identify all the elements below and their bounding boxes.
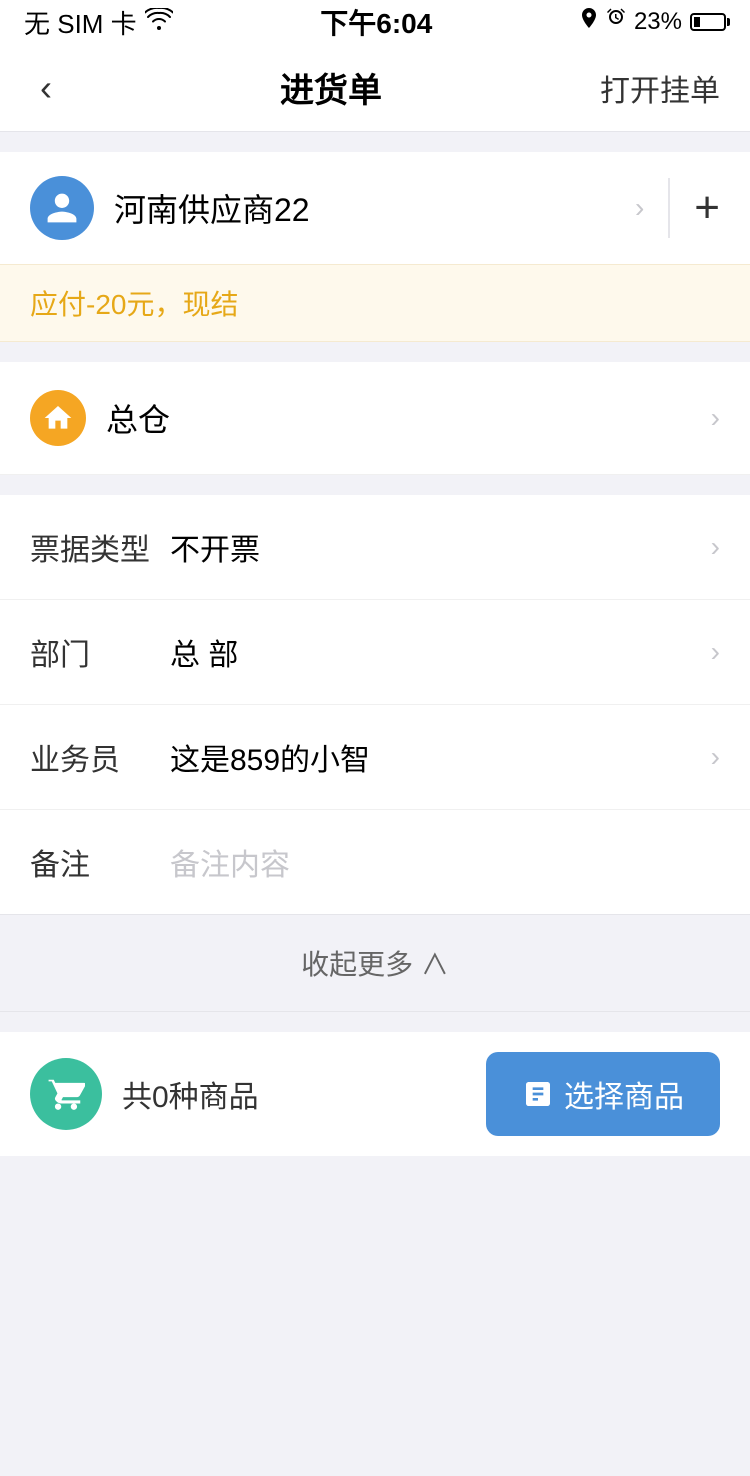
note-label: 备注 (30, 840, 170, 884)
invoice-chevron-icon: › (711, 531, 720, 563)
add-supplier-button[interactable]: + (694, 183, 720, 233)
collapse-row[interactable]: 收起更多 ∧ (0, 914, 750, 1012)
nav-bar: ‹ 进货单 打开挂单 (0, 44, 750, 132)
notice-bar: 应付-20元，现结 (0, 264, 750, 342)
status-bar: 无 SIM 卡 下午6:04 23% (0, 0, 750, 44)
wifi-icon (145, 8, 173, 36)
status-time: 下午6:04 (320, 2, 432, 42)
salesman-value: 这是859的小智 (170, 735, 711, 779)
dept-chevron-icon: › (711, 636, 720, 668)
status-right: 23% (580, 8, 726, 37)
dept-value: 总 部 (170, 630, 711, 674)
select-goods-button[interactable]: 选择商品 (486, 1052, 720, 1136)
section-divider-1 (0, 132, 750, 152)
goods-bar: 共0种商品 选择商品 (0, 1032, 750, 1156)
supplier-card: 河南供应商22 › + 应付-20元，现结 (0, 152, 750, 342)
form-section: 票据类型 不开票 › 部门 总 部 › 业务员 这是859的小智 › 备注 备注… (0, 495, 750, 914)
warehouse-chevron-icon: › (711, 402, 720, 434)
section-divider-2 (0, 342, 750, 362)
supplier-row[interactable]: 河南供应商22 › + (0, 152, 750, 264)
note-row[interactable]: 备注 备注内容 (0, 810, 750, 914)
supplier-chevron-icon: › (635, 192, 644, 224)
back-button[interactable]: ‹ (30, 57, 62, 119)
notice-text: 应付-20元，现结 (30, 289, 238, 320)
salesman-chevron-icon: › (711, 741, 720, 773)
open-pending-button[interactable]: 打开挂单 (600, 66, 720, 110)
supplier-avatar (30, 176, 94, 240)
page-title: 进货单 (280, 63, 382, 112)
note-input[interactable]: 备注内容 (170, 840, 720, 884)
collapse-label: 收起更多 ∧ (301, 943, 449, 983)
dept-label: 部门 (30, 630, 170, 674)
warehouse-row[interactable]: 总仓 › (0, 362, 750, 475)
status-left: 无 SIM 卡 (24, 4, 173, 41)
supplier-name: 河南供应商22 (114, 185, 635, 231)
warehouse-name: 总仓 (106, 395, 711, 441)
goods-icon (30, 1058, 102, 1130)
warehouse-icon (30, 390, 86, 446)
select-goods-label: 选择商品 (564, 1072, 684, 1116)
alarm-icon (606, 8, 626, 37)
battery-icon (690, 13, 726, 31)
battery-percent: 23% (634, 8, 682, 36)
salesman-row[interactable]: 业务员 这是859的小智 › (0, 705, 750, 810)
invoice-value: 不开票 (170, 525, 711, 569)
goods-count: 共0种商品 (122, 1072, 486, 1116)
supplier-divider (668, 178, 670, 238)
location-icon (580, 8, 598, 37)
warehouse-card: 总仓 › (0, 362, 750, 475)
invoice-row[interactable]: 票据类型 不开票 › (0, 495, 750, 600)
section-divider-3 (0, 475, 750, 495)
carrier-label: 无 SIM 卡 (24, 4, 137, 41)
dept-row[interactable]: 部门 总 部 › (0, 600, 750, 705)
bottom-area (0, 1156, 750, 1476)
salesman-label: 业务员 (30, 735, 170, 779)
invoice-label: 票据类型 (30, 525, 170, 569)
